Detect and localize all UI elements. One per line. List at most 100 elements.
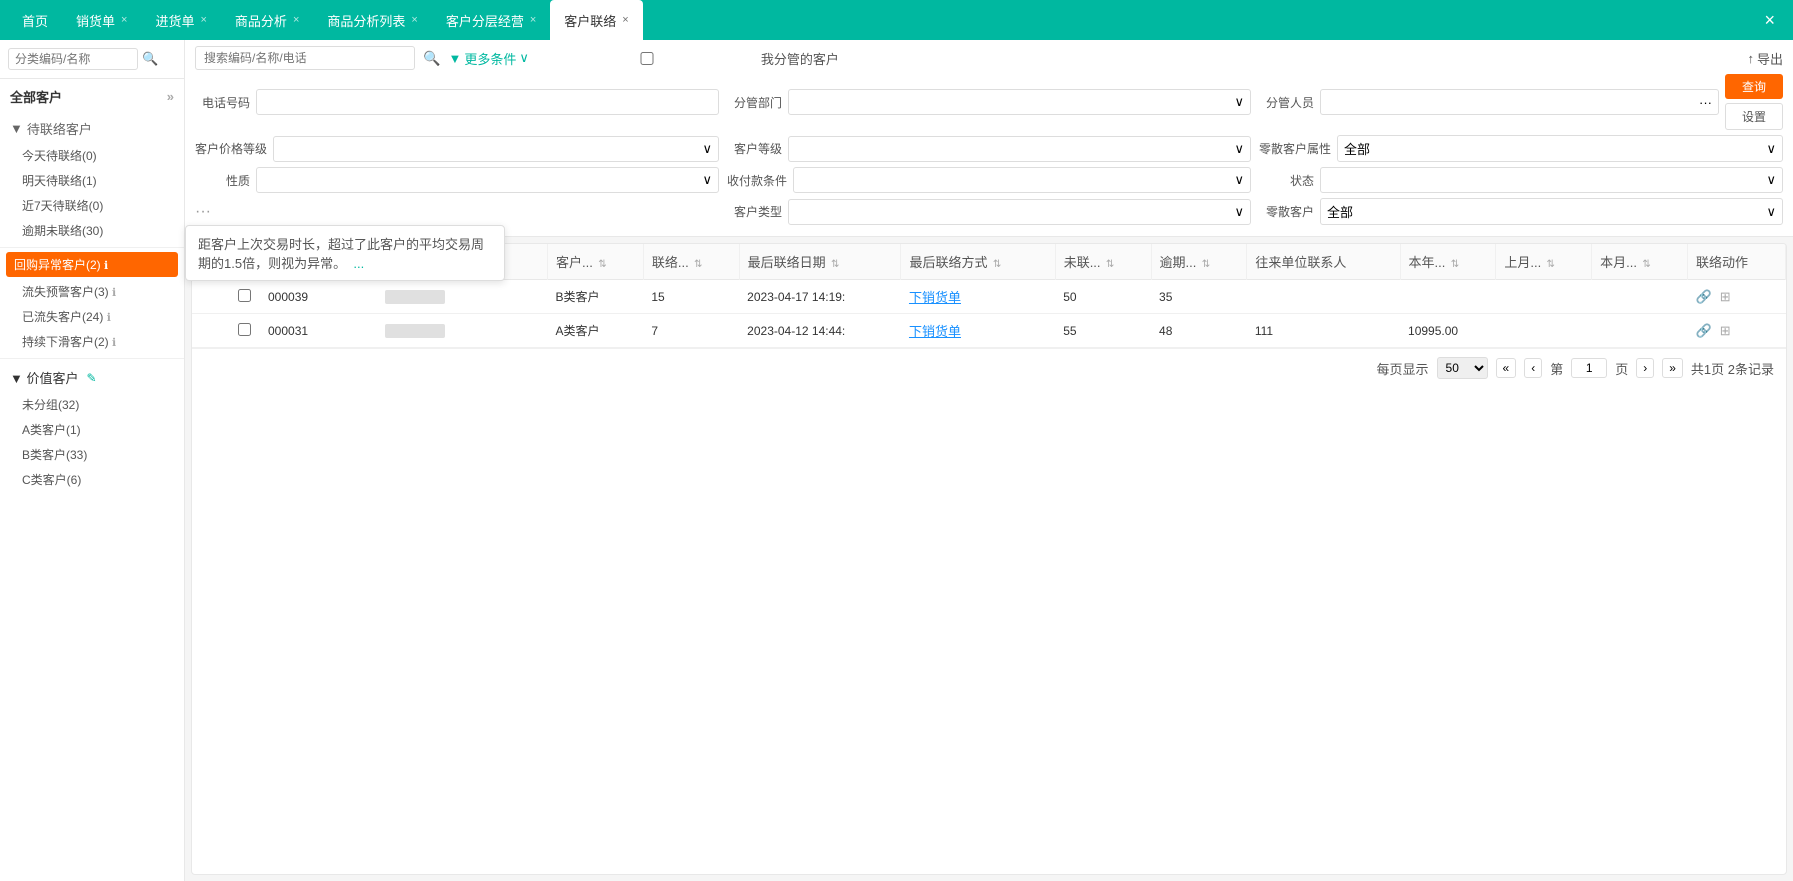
cust-type-select[interactable]: ∨ [788, 199, 1251, 225]
next-page-btn[interactable]: › [1636, 358, 1654, 378]
nav-home[interactable]: 首页 [8, 0, 62, 40]
nav-sales[interactable]: 销货单 × [62, 0, 141, 40]
action-grid-icon[interactable]: ⊞ [1720, 289, 1731, 305]
my-customers-checkbox[interactable] [537, 52, 757, 65]
sidebar-item-repurchase-abnormal[interactable]: 回购异常客户(2) ℹ [6, 252, 178, 277]
sidebar-search-icon[interactable]: 🔍 [142, 51, 158, 67]
close-product-list-tab[interactable]: × [411, 14, 417, 26]
search-icon-filter[interactable]: 🔍 [423, 50, 440, 67]
cell-this-month [1592, 314, 1688, 348]
row-checkbox[interactable] [238, 323, 251, 336]
cell-overdue: 48 [1151, 314, 1247, 348]
tooltip-dots[interactable]: ... [353, 256, 364, 271]
close-product-analysis-tab[interactable]: × [293, 14, 299, 26]
cell-last-date: 2023-04-12 14:44: [739, 314, 901, 348]
manager-label: 分管人员 [1259, 94, 1314, 111]
row-checkbox-cell[interactable] [228, 280, 260, 314]
col-header-this-year[interactable]: 本年... ⇅ [1400, 244, 1496, 280]
retail-attr-select[interactable]: 全部 ∨ [1337, 135, 1783, 162]
col-header-contact[interactable]: 联络... ⇅ [643, 244, 739, 280]
col-header-overdue[interactable]: 逾期... ⇅ [1151, 244, 1247, 280]
col-header-last-month[interactable]: 上月... ⇅ [1496, 244, 1592, 280]
page-number-input[interactable] [1571, 358, 1607, 378]
retail-cust-select[interactable]: 全部 ∨ [1320, 198, 1783, 225]
info-icon: ℹ [104, 260, 108, 272]
gender-select[interactable]: ∨ [256, 167, 719, 193]
sort-icon-last-date: ⇅ [831, 259, 839, 270]
nav-customer-segment[interactable]: 客户分层经营 × [432, 0, 550, 40]
close-purchase-tab[interactable]: × [200, 14, 206, 26]
sidebar-item-ungrouped[interactable]: 未分组(32) [0, 392, 184, 417]
edit-icon[interactable]: ✎ [86, 371, 96, 385]
first-page-btn[interactable]: « [1496, 358, 1517, 378]
my-customers-checkbox-label[interactable]: 我分管的客户 [537, 49, 839, 68]
per-page-label: 每页显示 [1377, 359, 1429, 378]
nav-purchase[interactable]: 进货单 × [141, 0, 220, 40]
row-checkbox-cell[interactable] [228, 314, 260, 348]
cell-last-method[interactable]: 下销货单 [901, 314, 1055, 348]
cell-last-method[interactable]: 下销货单 [901, 280, 1055, 314]
sort-icon-this-month: ⇅ [1642, 259, 1650, 270]
payment-select[interactable]: ∨ [793, 167, 1251, 193]
export-button[interactable]: ↑ 导出 [1747, 49, 1783, 68]
sidebar-item-7days-pending[interactable]: 近7天待联络(0) [0, 193, 184, 218]
status-select[interactable]: ∨ [1320, 167, 1783, 193]
chevron-retail-cust: ∨ [1766, 204, 1776, 220]
cell-last-date: 2023-04-17 14:19: [739, 280, 901, 314]
action-grid-icon[interactable]: ⊞ [1720, 323, 1731, 339]
nav-product-analysis[interactable]: 商品分析 × [221, 0, 313, 40]
nav-customer-contact[interactable]: 客户联络 × [550, 0, 642, 40]
department-label: 分管部门 [727, 94, 782, 111]
sidebar-value-group[interactable]: ▼ 价值客户 ✎ [0, 363, 184, 392]
filter-cell-retail-cust: 零散客户 全部 ∨ [1259, 198, 1783, 225]
gender-label: 性质 [195, 172, 250, 189]
filter-cell-department: 分管部门 ∨ [727, 89, 1251, 115]
price-level-select[interactable]: ∨ [273, 136, 719, 162]
cust-level-select[interactable]: ∨ [788, 136, 1251, 162]
info-icon2: ℹ [112, 287, 116, 299]
manager-select[interactable]: ··· [1320, 89, 1719, 115]
prev-page-btn[interactable]: ‹ [1524, 358, 1542, 378]
sidebar-item-b-class[interactable]: B类客户(33) [0, 442, 184, 467]
sidebar-item-overdue-contact[interactable]: 逾期未联络(30) [0, 218, 184, 243]
col-header-last-date[interactable]: 最后联络日期 ⇅ [739, 244, 901, 280]
sidebar-item-churn-warning[interactable]: 流失预警客户(3) ℹ [0, 279, 184, 304]
col-header-this-month[interactable]: 本月... ⇅ [1592, 244, 1688, 280]
sidebar-item-today-pending[interactable]: 今天待联络(0) [0, 143, 184, 168]
payment-label: 收付款条件 [727, 172, 787, 189]
sidebar-item-a-class[interactable]: A类客户(1) [0, 417, 184, 442]
query-button[interactable]: 查询 [1725, 74, 1783, 99]
col-header-type[interactable]: 客户... ⇅ [548, 244, 644, 280]
close-window-button[interactable]: × [1754, 10, 1785, 31]
department-select[interactable]: ∨ [788, 89, 1251, 115]
action-link-icon[interactable]: 🔗 [1696, 323, 1712, 339]
settings-button[interactable]: 设置 [1725, 103, 1783, 130]
row-checkbox[interactable] [238, 289, 251, 302]
col-header-last-method[interactable]: 最后联络方式 ⇅ [901, 244, 1055, 280]
action-link-icon[interactable]: 🔗 [1696, 289, 1712, 305]
filter-cell-cust-level: 客户等级 ∨ [727, 136, 1251, 162]
close-segment-tab[interactable]: × [530, 14, 536, 26]
sidebar-item-churned[interactable]: 已流失客户(24) ℹ [0, 304, 184, 329]
nav-product-list[interactable]: 商品分析列表 × [313, 0, 431, 40]
col-header-unit-contact[interactable]: 往来单位联系人 [1247, 244, 1400, 280]
sidebar-group-pending[interactable]: ▼ 待联络客户 [0, 114, 184, 143]
more-dots-icon[interactable]: ··· [195, 203, 211, 221]
sidebar-collapse-icon[interactable]: » [167, 89, 174, 104]
filter-cell-payment: 收付款条件 ∨ [727, 167, 1251, 193]
sidebar-item-declining[interactable]: 持续下滑客户(2) ℹ [0, 329, 184, 354]
cell-contact: 7 [643, 314, 739, 348]
more-conditions-btn[interactable]: ▼ 更多条件 ∨ [448, 49, 528, 68]
sidebar-item-c-class[interactable]: C类客户(6) [0, 467, 184, 492]
chevron-down-icon: ∨ [519, 50, 529, 66]
close-sales-tab[interactable]: × [121, 14, 127, 26]
phone-input[interactable] [256, 89, 719, 115]
col-header-not-contact[interactable]: 未联... ⇅ [1055, 244, 1151, 280]
sidebar-search-input[interactable] [8, 48, 138, 70]
per-page-select[interactable]: 50 20 100 [1437, 357, 1488, 379]
cell-unit-contact: 111 [1247, 314, 1400, 348]
sidebar-item-tomorrow-pending[interactable]: 明天待联络(1) [0, 168, 184, 193]
last-page-btn[interactable]: » [1662, 358, 1683, 378]
close-contact-tab[interactable]: × [622, 14, 628, 26]
search-input[interactable] [195, 46, 415, 70]
